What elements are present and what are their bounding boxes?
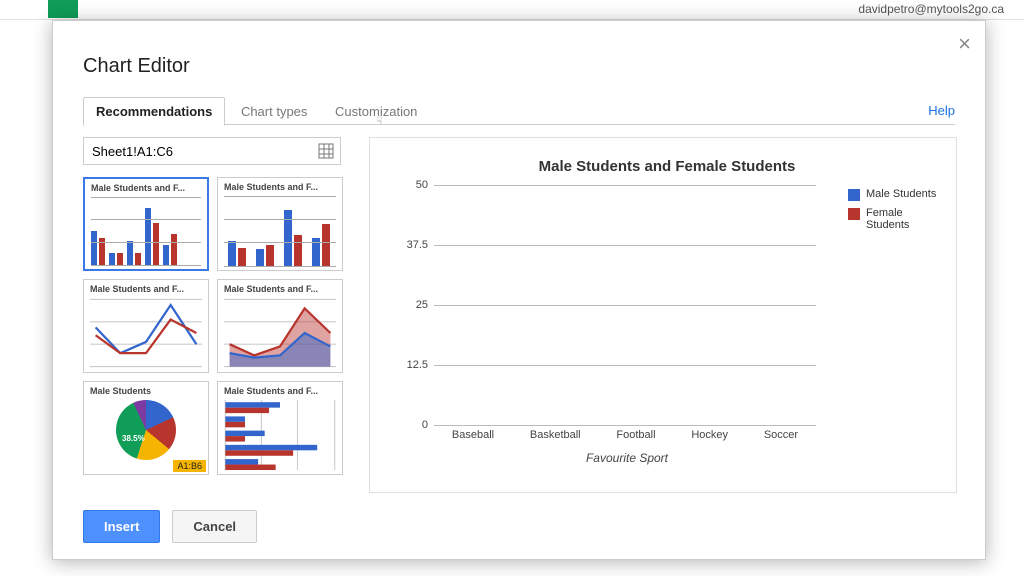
thumb-title: Male Students and F... bbox=[90, 284, 202, 294]
chart-plot-area: 012.52537.550 bbox=[434, 185, 816, 425]
recommendation-thumbnails: Male Students and F... Male Students and… bbox=[83, 177, 343, 475]
tab-customization[interactable]: Customization ☟ bbox=[323, 98, 429, 125]
legend-label: Male Students bbox=[866, 188, 936, 200]
user-email[interactable]: davidpetro@mytools2go.ca bbox=[858, 2, 1004, 16]
y-tick-label: 25 bbox=[398, 299, 428, 311]
data-range-input[interactable] bbox=[83, 137, 341, 165]
x-tick-label: Hockey bbox=[691, 429, 728, 441]
thumb-grouped-bar-2[interactable]: Male Students and F... bbox=[217, 177, 343, 271]
cancel-button[interactable]: Cancel bbox=[172, 510, 257, 543]
select-range-icon[interactable] bbox=[318, 143, 334, 159]
tab-recommendations[interactable]: Recommendations bbox=[83, 97, 225, 126]
x-tick-label: Basketball bbox=[530, 429, 581, 441]
close-icon[interactable]: × bbox=[958, 31, 971, 57]
tab-chart-types[interactable]: Chart types bbox=[229, 98, 319, 125]
chart-legend: Male Students Female Students bbox=[848, 188, 938, 237]
legend-item: Male Students bbox=[848, 188, 938, 201]
legend-swatch-icon bbox=[848, 208, 860, 220]
thumb-title: Male Students bbox=[90, 386, 202, 396]
thumb-title: Male Students and F... bbox=[224, 386, 336, 396]
y-tick-label: 12.5 bbox=[398, 359, 428, 371]
thumb-title: Male Students and F... bbox=[224, 182, 336, 192]
y-tick-label: 37.5 bbox=[398, 239, 428, 251]
app-header: davidpetro@mytools2go.ca bbox=[0, 0, 1024, 20]
thumb-title: Male Students and F... bbox=[91, 183, 201, 193]
thumb-grouped-bar-1[interactable]: Male Students and F... bbox=[83, 177, 209, 271]
chart-editor-dialog: × Chart Editor Recommendations Chart typ… bbox=[52, 20, 986, 560]
x-tick-label: Soccer bbox=[764, 429, 798, 441]
chart-title: Male Students and Female Students bbox=[398, 158, 936, 175]
x-axis-title: Favourite Sport bbox=[318, 451, 936, 465]
dialog-title: Chart Editor bbox=[83, 55, 190, 78]
pie-pct: 38.5% bbox=[122, 434, 145, 443]
range-field[interactable] bbox=[90, 143, 318, 160]
sheets-logo bbox=[48, 0, 78, 18]
thumb-line-1[interactable]: Male Students and F... bbox=[83, 279, 209, 373]
dialog-actions: Insert Cancel bbox=[83, 510, 257, 543]
range-badge: A1:B6 bbox=[173, 460, 206, 472]
x-tick-label: Baseball bbox=[452, 429, 494, 441]
tab-bar: Recommendations Chart types Customizatio… bbox=[83, 97, 955, 125]
thumb-pie[interactable]: Male Students 38.5% A1:B6 bbox=[83, 381, 209, 475]
legend-label: Female Students bbox=[866, 207, 938, 231]
x-axis-labels: Baseball Basketball Football Hockey Soccer bbox=[434, 429, 816, 441]
chart-preview: Male Students and Female Students Male S… bbox=[369, 137, 957, 493]
thumb-title: Male Students and F... bbox=[224, 284, 336, 294]
y-tick-label: 50 bbox=[398, 179, 428, 191]
cursor-pointer-icon: ☟ bbox=[376, 116, 382, 127]
help-link[interactable]: Help bbox=[928, 103, 955, 118]
y-tick-label: 0 bbox=[398, 419, 428, 431]
insert-button[interactable]: Insert bbox=[83, 510, 160, 543]
thumb-area-1[interactable]: Male Students and F... bbox=[217, 279, 343, 373]
legend-item: Female Students bbox=[848, 207, 938, 231]
legend-swatch-icon bbox=[848, 189, 860, 201]
x-tick-label: Football bbox=[616, 429, 655, 441]
